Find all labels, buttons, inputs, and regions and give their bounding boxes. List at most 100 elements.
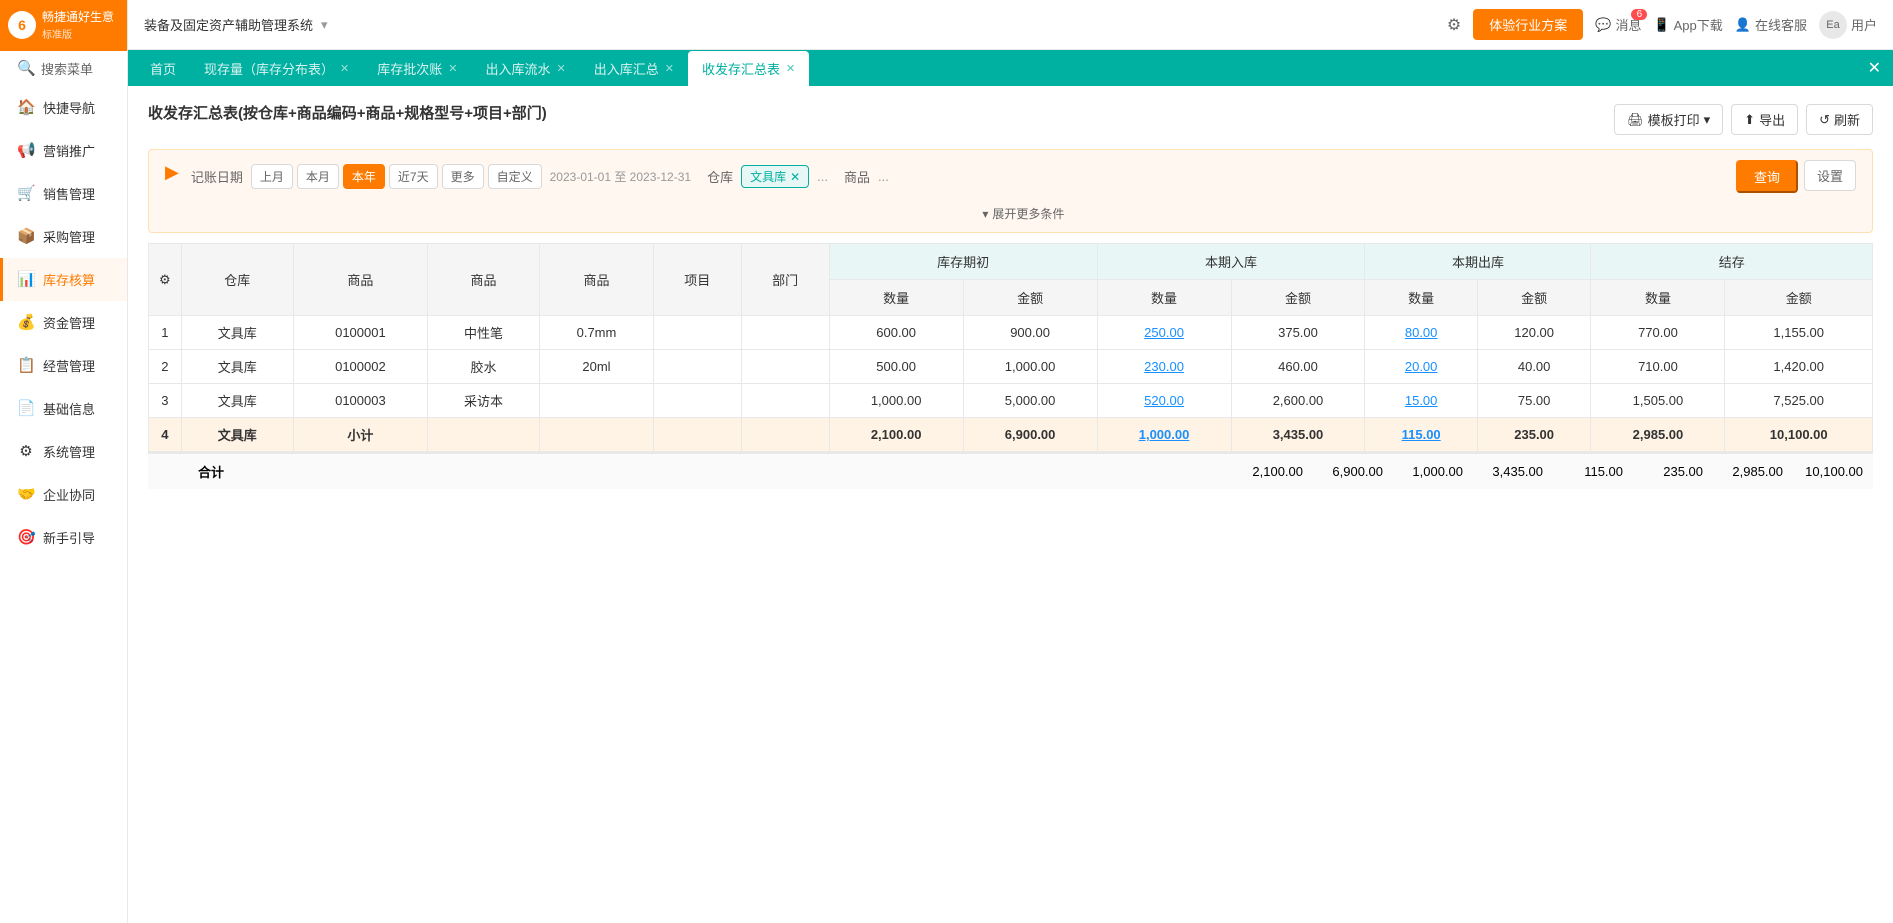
row1-project bbox=[653, 316, 741, 350]
tab-batch-ledger[interactable]: 库存批次账 ✕ bbox=[363, 51, 471, 86]
sidebar-item-basic-info[interactable]: 📄 基础信息 bbox=[0, 387, 127, 430]
tab-batch-ledger-close[interactable]: ✕ bbox=[448, 62, 457, 75]
row2-open-qty: 500.00 bbox=[829, 350, 963, 384]
subtotal-warehouse: 文具库 bbox=[181, 418, 293, 452]
user-menu-button[interactable]: Ea 用户 bbox=[1819, 11, 1877, 39]
sidebar-item-enterprise[interactable]: 🤝 企业协同 bbox=[0, 473, 127, 516]
system-title: 装备及固定资产辅助管理系统 bbox=[144, 15, 313, 34]
tab-recv-send-summary-close[interactable]: ✕ bbox=[786, 62, 795, 75]
goods-more-btn[interactable]: ... bbox=[878, 169, 889, 184]
tab-inout-summary[interactable]: 出入库汇总 ✕ bbox=[580, 51, 688, 86]
total-in-amt: 3,435.00 bbox=[1463, 464, 1543, 479]
tab-inout-flow-close[interactable]: ✕ bbox=[557, 62, 566, 75]
row3-bal-qty: 1,505.00 bbox=[1591, 384, 1725, 418]
tab-inout-summary-close[interactable]: ✕ bbox=[665, 62, 674, 75]
sidebar-item-guide[interactable]: 🎯 新手引导 bbox=[0, 516, 127, 559]
warehouse-more-btn[interactable]: ... bbox=[817, 169, 828, 184]
row3-goods-name: 采访本 bbox=[427, 384, 539, 418]
date-btn-this-year[interactable]: 本年 bbox=[343, 164, 385, 189]
row3-in-amt: 2,600.00 bbox=[1231, 384, 1365, 418]
col-in-qty-header: 数量 bbox=[1097, 280, 1231, 316]
refresh-label: 刷新 bbox=[1834, 110, 1860, 129]
row3-goods-code: 0100003 bbox=[293, 384, 427, 418]
subtotal-project bbox=[653, 418, 741, 452]
date-btn-last-month[interactable]: 上月 bbox=[251, 164, 293, 189]
warehouse-tag-close[interactable]: ✕ bbox=[790, 170, 800, 184]
date-btn-7days[interactable]: 近7天 bbox=[389, 164, 438, 189]
messages-button[interactable]: 💬 消息 6 bbox=[1595, 15, 1641, 34]
sidebar-item-purchase[interactable]: 📦 采购管理 bbox=[0, 215, 127, 258]
sidebar-item-label: 搜索菜单 bbox=[41, 59, 93, 78]
template-print-button[interactable]: 🖨 模板打印 ▾ bbox=[1614, 104, 1723, 135]
date-btn-custom[interactable]: 自定义 bbox=[488, 164, 542, 189]
messages-badge: 6 bbox=[1631, 9, 1647, 20]
sidebar-item-search[interactable]: 🔍 搜索菜单 bbox=[0, 51, 127, 86]
filter-collapse-btn[interactable]: ▶ bbox=[165, 162, 179, 183]
tab-inout-summary-label: 出入库汇总 bbox=[594, 59, 659, 78]
sidebar-item-label: 新手引导 bbox=[43, 528, 95, 547]
date-btn-this-month[interactable]: 本月 bbox=[297, 164, 339, 189]
print-icon: 🖨 bbox=[1627, 112, 1644, 128]
sidebar-item-marketing[interactable]: 📢 营销推广 bbox=[0, 129, 127, 172]
total-out-qty: 115.00 bbox=[1543, 464, 1623, 479]
sidebar-item-quick-nav[interactable]: 🏠 快捷导航 bbox=[0, 86, 127, 129]
row2-in-qty[interactable]: 230.00 bbox=[1097, 350, 1231, 384]
tab-bar-close-button[interactable]: ✕ bbox=[1864, 54, 1885, 82]
subtotal-in-qty[interactable]: 1,000.00 bbox=[1097, 418, 1231, 452]
total-open-qty: 2,100.00 bbox=[1223, 464, 1303, 479]
row1-out-qty[interactable]: 80.00 bbox=[1365, 316, 1477, 350]
gear-btn[interactable]: ⚙ bbox=[1447, 15, 1461, 35]
page-panel: 收发存汇总表(按仓库+商品编码+商品+规格型号+项目+部门) 🖨 模板打印 ▾ … bbox=[128, 86, 1893, 923]
online-service-label: 在线客服 bbox=[1755, 15, 1807, 34]
service-icon: 👤 bbox=[1735, 17, 1751, 33]
sidebar-item-finance[interactable]: 💰 资金管理 bbox=[0, 301, 127, 344]
try-industry-button[interactable]: 体验行业方案 bbox=[1473, 9, 1583, 40]
col-open-qty-header: 数量 bbox=[829, 280, 963, 316]
row2-warehouse: 文具库 bbox=[181, 350, 293, 384]
tab-inout-flow[interactable]: 出入库流水 ✕ bbox=[471, 51, 579, 86]
user-avatar: Ea bbox=[1819, 11, 1847, 39]
col-in-amt-header: 金额 bbox=[1231, 280, 1365, 316]
table-row: 2 文具库 0100002 胶水 20ml 500.00 1,000.00 23… bbox=[149, 350, 1873, 384]
row3-out-qty[interactable]: 15.00 bbox=[1365, 384, 1477, 418]
row2-out-qty[interactable]: 20.00 bbox=[1365, 350, 1477, 384]
tab-stock-dist-close[interactable]: ✕ bbox=[340, 62, 349, 75]
table-container: ⚙ 仓库 商品 商品 商品 项目 部门 库存期初 本期入库 本期出库 结存 bbox=[148, 243, 1873, 452]
row1-in-qty[interactable]: 250.00 bbox=[1097, 316, 1231, 350]
col-project-header: 项目 bbox=[653, 244, 741, 316]
sidebar-item-sales[interactable]: 🛒 销售管理 bbox=[0, 172, 127, 215]
date-btn-more[interactable]: 更多 bbox=[442, 164, 484, 189]
table-row: 3 文具库 0100003 采访本 1,000.00 5,000.00 520.… bbox=[149, 384, 1873, 418]
sidebar-item-system[interactable]: ⚙ 系统管理 bbox=[0, 430, 127, 473]
template-print-label: 模板打印 bbox=[1648, 110, 1700, 129]
query-button[interactable]: 查询 bbox=[1736, 160, 1798, 193]
col-settings-header[interactable]: ⚙ bbox=[149, 244, 182, 316]
expand-more-btn[interactable]: ▾ 展开更多条件 bbox=[191, 205, 1856, 222]
refresh-button[interactable]: ↺ 刷新 bbox=[1806, 104, 1873, 135]
sidebar-item-inventory[interactable]: 📊 库存核算 bbox=[0, 258, 127, 301]
row3-in-qty[interactable]: 520.00 bbox=[1097, 384, 1231, 418]
logo-sub: 标准版 bbox=[42, 26, 114, 41]
tab-recv-send-summary-label: 收发存汇总表 bbox=[702, 59, 780, 78]
tab-home[interactable]: 首页 bbox=[136, 51, 190, 86]
subtotal-in-amt: 3,435.00 bbox=[1231, 418, 1365, 452]
row1-open-amt: 900.00 bbox=[963, 316, 1097, 350]
col-out-amt-header: 金额 bbox=[1477, 280, 1591, 316]
subtotal-dept bbox=[741, 418, 829, 452]
tab-stock-dist[interactable]: 现存量（库存分布表） ✕ bbox=[190, 51, 363, 86]
total-label: 合计 bbox=[158, 462, 224, 481]
row1-goods-code: 0100001 bbox=[293, 316, 427, 350]
setting-button[interactable]: 设置 bbox=[1804, 160, 1856, 191]
app-download-button[interactable]: 📱 App下载 bbox=[1653, 15, 1722, 34]
tab-recv-send-summary[interactable]: 收发存汇总表 ✕ bbox=[688, 51, 809, 86]
chevron-down-icon: ▾ bbox=[1704, 112, 1711, 128]
sidebar-item-label: 营销推广 bbox=[43, 141, 95, 160]
row3-warehouse: 文具库 bbox=[181, 384, 293, 418]
subtotal-out-qty[interactable]: 115.00 bbox=[1365, 418, 1477, 452]
export-button[interactable]: ⬆ 导出 bbox=[1731, 104, 1798, 135]
total-bal-qty: 2,985.00 bbox=[1703, 464, 1783, 479]
subtotal-out-amt: 235.00 bbox=[1477, 418, 1591, 452]
col-warehouse-header: 仓库 bbox=[181, 244, 293, 316]
online-service-button[interactable]: 👤 在线客服 bbox=[1735, 15, 1807, 34]
sidebar-item-operations[interactable]: 📋 经营管理 bbox=[0, 344, 127, 387]
